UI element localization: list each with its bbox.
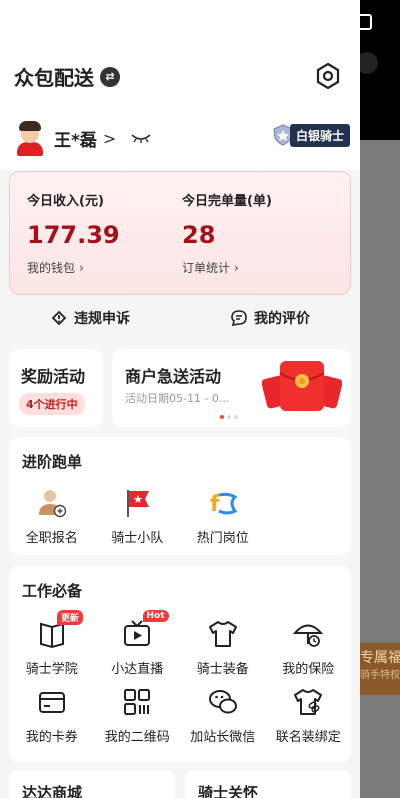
appeal-button[interactable]: 违规申诉 — [0, 300, 180, 336]
grid-item-label: 骑士学院 — [25, 662, 78, 677]
action-row: 违规申诉 我的评价 — [0, 300, 360, 336]
chevron-right-icon[interactable]: > — [103, 129, 116, 148]
flag-icon — [127, 490, 150, 517]
page-title-row[interactable]: 众包配送 ⇄ — [14, 62, 120, 91]
orders-link-label: 订单统计 — [182, 261, 231, 275]
switch-icon[interactable]: ⇄ — [100, 66, 120, 87]
wallet-link[interactable]: 我的钱包 › — [27, 259, 120, 276]
grid-item-live-stream[interactable]: Hot 小达直播 — [95, 610, 181, 686]
grid-item-label: 我的卡券 — [25, 730, 78, 745]
grid-item-label: 骑士装备 — [196, 662, 249, 677]
grid-item-rider-team[interactable]: 骑士小队 — [95, 487, 181, 555]
rider-care-title: 骑士关怀 — [198, 784, 259, 798]
qr-icon — [124, 689, 151, 715]
mall-title: 达达商城 — [22, 784, 83, 798]
grid-item-label: 我的保险 — [282, 662, 335, 677]
chevron-right-icon: › — [234, 260, 239, 275]
work-title: 工作必备 — [22, 582, 83, 600]
background-banner-subtext: 骑手特权 — [360, 670, 400, 681]
orders-link[interactable]: 订单统计 › — [182, 259, 272, 276]
grid-item-hot-positions[interactable]: f 热门岗位 — [180, 487, 266, 555]
carousel-dots — [220, 415, 238, 419]
grid-item-label: 热门岗位 — [196, 531, 249, 546]
grid-item-coupons[interactable]: 我的卡券 — [9, 686, 95, 754]
income-label: 今日收入(元) — [27, 194, 104, 209]
merchant-title: 商户急送活动 — [125, 367, 222, 386]
umbrella-icon — [293, 624, 324, 647]
svg-text:f: f — [210, 492, 220, 517]
reviews-label: 我的评价 — [254, 311, 310, 327]
shirt-icon — [208, 621, 237, 647]
stats-card: 今日收入(元) 177.39 我的钱包 › 今日完单量(单) 28 订单统计 › — [9, 171, 351, 295]
shirt-link-icon — [294, 689, 323, 715]
background-banner[interactable]: 专属福利 骑手特权 — [356, 643, 400, 695]
grid-item-rider-gear[interactable]: 骑士装备 — [180, 618, 266, 686]
tv-icon — [124, 620, 151, 646]
reward-title: 奖励活动 — [21, 367, 86, 386]
side-drawer: 众包配送 ⇄ 王*磊 > 白银骑士 今日收入(元) 177.39 我的钱包 › … — [0, 0, 360, 798]
settings-icon[interactable] — [314, 62, 342, 90]
grid-item-qr-code[interactable]: 我的二维码 — [95, 686, 181, 754]
mall-card[interactable]: 达达商城 — [9, 770, 175, 798]
avatar[interactable] — [14, 120, 46, 156]
reward-badge: 4个进行中 — [19, 393, 85, 415]
eye-closed-icon[interactable] — [130, 132, 152, 144]
advanced-grid: 全职报名 骑士小队 f 热门岗位 — [9, 487, 351, 555]
grid-item-label: 联名装绑定 — [275, 730, 341, 745]
level-badge[interactable]: 白银骑士 — [272, 123, 350, 147]
person-add-icon — [38, 490, 66, 518]
appeal-label: 违规申诉 — [74, 311, 130, 327]
level-label: 白银骑士 — [289, 123, 350, 147]
update-tag: 更新 — [57, 610, 84, 625]
grid-item-label: 加站长微信 — [190, 730, 256, 745]
chevron-right-icon: › — [79, 260, 84, 275]
grid-item-label: 骑士小队 — [111, 531, 164, 546]
grid-item-wechat[interactable]: 加站长微信 — [180, 686, 266, 754]
wallet-link-label: 我的钱包 — [27, 261, 76, 275]
user-row[interactable]: 王*磊 > 白银骑士 — [14, 118, 350, 158]
orders-stat: 今日完单量(单) 28 订单统计 › — [182, 190, 272, 276]
background-app-overlay[interactable] — [360, 140, 400, 798]
hot-position-icon: f — [210, 492, 238, 517]
grid-item-label: 小达直播 — [111, 662, 164, 677]
merchant-subtitle: 活动日期05-11 - 0... — [125, 392, 230, 405]
hot-tag: Hot — [142, 610, 169, 622]
orders-label: 今日完单量(单) — [182, 194, 272, 209]
work-grid: 更新 骑士学院 Hot 小达直播 骑士装备 我的保险 我的卡券 我的二维码 加站… — [9, 610, 352, 754]
background-banner-text: 专属福利 — [360, 650, 400, 666]
wallet-icon — [38, 692, 65, 713]
work-section: 工作必备 更新 骑士学院 Hot 小达直播 骑士装备 我的保险 我的卡券 我的二… — [9, 566, 351, 762]
grid-item-insurance[interactable]: 我的保险 — [266, 618, 352, 686]
rider-care-card[interactable]: 骑士关怀 — [185, 770, 351, 798]
grid-item-fulltime-signup[interactable]: 全职报名 — [9, 487, 95, 555]
grid-item-label: 全职报名 — [25, 531, 78, 546]
user-name[interactable]: 王*磊 — [54, 126, 97, 151]
grid-item-co-branded-binding[interactable]: 联名装绑定 — [266, 686, 352, 754]
advanced-section: 进阶跑单 全职报名 骑士小队 f 热门岗位 — [9, 437, 351, 555]
merchant-activity-card[interactable]: 商户急送活动 活动日期05-11 - 0... — [112, 349, 351, 427]
reward-activity-card[interactable]: 奖励活动 4个进行中 — [9, 349, 103, 427]
orders-value: 28 — [182, 221, 216, 249]
wechat-icon — [208, 690, 237, 714]
advanced-title: 进阶跑单 — [22, 453, 83, 471]
grid-item-rider-academy[interactable]: 更新 骑士学院 — [9, 610, 95, 686]
comment-icon — [231, 310, 247, 326]
reviews-button[interactable]: 我的评价 — [180, 300, 360, 336]
page-title: 众包配送 — [14, 66, 94, 90]
grid-item-label: 我的二维码 — [104, 730, 170, 745]
income-value: 177.39 — [27, 221, 120, 249]
income-stat: 今日收入(元) 177.39 我的钱包 › — [27, 190, 120, 276]
appeal-icon — [51, 310, 67, 326]
red-envelope-icon — [262, 361, 342, 411]
